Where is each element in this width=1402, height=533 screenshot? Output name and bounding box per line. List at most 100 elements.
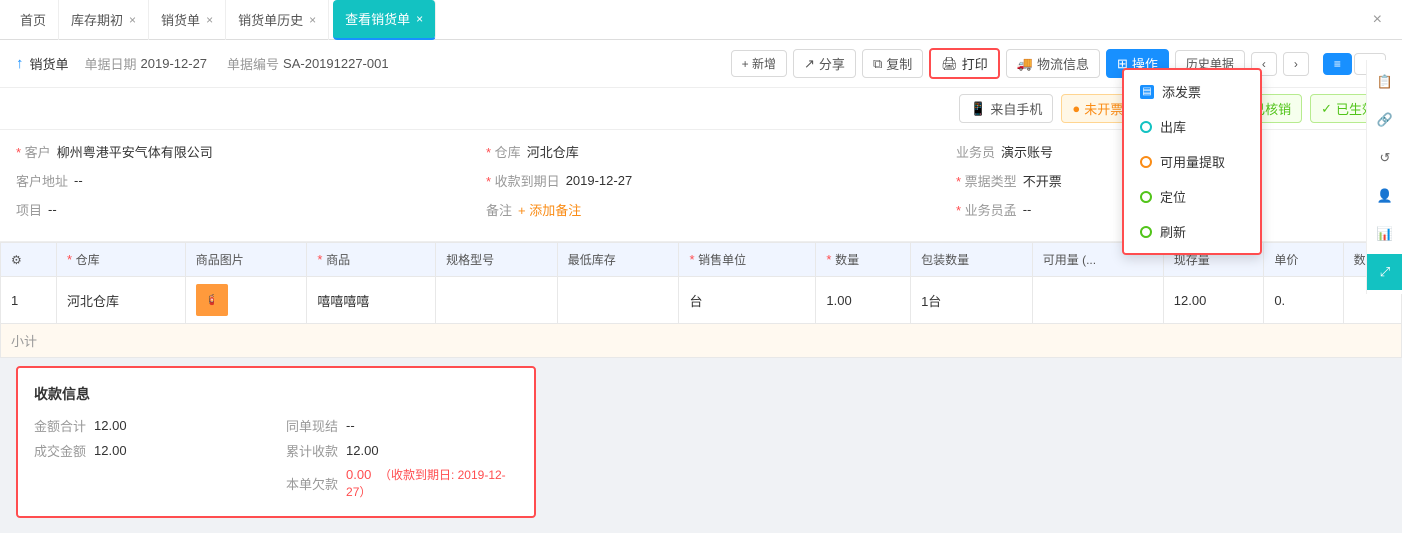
cell-index: 1 bbox=[1, 277, 57, 324]
cell-product: 嘻嘻嘻嘻 bbox=[307, 277, 436, 324]
dropdown-available-extract[interactable]: 可用量提取 bbox=[1124, 144, 1260, 179]
col-image: 商品图片 bbox=[185, 243, 307, 277]
staff2-value: -- bbox=[1023, 202, 1032, 217]
balance-label: 本单欠款 bbox=[286, 474, 338, 493]
not-open-label: 未开票 bbox=[1084, 99, 1123, 118]
note-label: 备注 bbox=[486, 200, 512, 219]
dropdown-locate[interactable]: 定位 bbox=[1124, 179, 1260, 214]
tab-inventory-label: 库存期初 bbox=[71, 10, 123, 29]
balance-value: 0.00 （收款到期日: 2019-12-27） bbox=[346, 466, 518, 500]
logistics-icon: 🚚 bbox=[1017, 56, 1033, 72]
balance-row: 本单欠款 0.00 （收款到期日: 2019-12-27） bbox=[286, 466, 518, 500]
due-date-label: 收款到期日 bbox=[486, 171, 560, 190]
sidebar-refresh-icon: ↺ bbox=[1380, 150, 1391, 166]
tab-view-sales[interactable]: 查看销货单 × bbox=[333, 0, 436, 40]
doc-type-label: 销货单 bbox=[30, 54, 69, 73]
dropdown-add-invoice[interactable]: ▤ 添发票 bbox=[1124, 74, 1260, 109]
note-field: 备注 添加备注 bbox=[486, 200, 916, 219]
cell-stock: 12.00 bbox=[1163, 277, 1264, 324]
subtotal-label: 小计 bbox=[1, 324, 1402, 358]
copy-icon: ⧉ bbox=[873, 56, 882, 72]
sidebar-expand-icon: ⤢ bbox=[1380, 264, 1390, 280]
outbound-label: 出库 bbox=[1160, 117, 1186, 136]
balance-amount: 0.00 bbox=[346, 467, 371, 482]
next-button[interactable]: › bbox=[1283, 52, 1309, 76]
sidebar-user-icon: 👤 bbox=[1377, 188, 1393, 204]
share-button[interactable]: ↗ 分享 bbox=[793, 49, 856, 78]
deal-amount-label: 成交金额 bbox=[34, 441, 86, 460]
sidebar-refresh-button[interactable]: ↺ bbox=[1367, 140, 1402, 176]
copy-button[interactable]: ⧉ 复制 bbox=[862, 49, 923, 78]
copy-label: 复制 bbox=[886, 54, 912, 73]
view-list-button[interactable]: ≡ bbox=[1323, 53, 1352, 75]
sidebar-user-button[interactable]: 👤 bbox=[1367, 178, 1402, 214]
dropdown-refresh[interactable]: 刷新 bbox=[1124, 214, 1260, 249]
cell-qty: 1.00 bbox=[816, 277, 911, 324]
staff-value: 演示账号 bbox=[1001, 142, 1053, 161]
col-settings[interactable]: ⚙ bbox=[1, 243, 57, 277]
due-date-field: 收款到期日 2019-12-27 bbox=[486, 171, 916, 190]
doc-date-field: 单据日期 2019-12-27 bbox=[85, 54, 208, 73]
staff-label: 业务员 bbox=[956, 142, 995, 161]
available-extract-label: 可用量提取 bbox=[1160, 152, 1225, 171]
customer-label: 客户 bbox=[16, 142, 51, 161]
locate-icon bbox=[1140, 191, 1152, 203]
logistics-button[interactable]: 🚚 物流信息 bbox=[1006, 49, 1100, 78]
add-note-button[interactable]: 添加备注 bbox=[518, 200, 581, 219]
dropdown-outbound[interactable]: 出库 bbox=[1124, 109, 1260, 144]
toolbar: + 新增 ↗ 分享 ⧉ 复制 🖨 打印 🚚 物流信息 ⊞ 操作 历史单据 ‹ ›… bbox=[731, 48, 1386, 79]
tab-sales[interactable]: 销货单 × bbox=[149, 0, 226, 40]
refresh-label: 刷新 bbox=[1160, 222, 1186, 241]
doc-date-value: 2019-12-27 bbox=[141, 56, 208, 71]
print-button[interactable]: 🖨 打印 bbox=[929, 48, 1000, 79]
doc-meta: 单据日期 2019-12-27 单据编号 SA-20191227-001 bbox=[85, 54, 389, 73]
mobile-button[interactable]: 📱 来自手机 bbox=[959, 94, 1053, 123]
tab-inventory[interactable]: 库存期初 × bbox=[59, 0, 149, 40]
tab-home[interactable]: 首页 bbox=[8, 0, 59, 40]
due-date-value: 2019-12-27 bbox=[566, 173, 633, 188]
warehouse-field: 仓库 河北仓库 bbox=[486, 142, 916, 161]
same-settle-value: -- bbox=[346, 418, 355, 433]
sidebar-chart-button[interactable]: 📊 bbox=[1367, 216, 1402, 252]
mobile-icon: 📱 bbox=[970, 101, 986, 117]
locate-label: 定位 bbox=[1160, 187, 1186, 206]
share-label: 分享 bbox=[819, 54, 845, 73]
cumulative-label: 累计收款 bbox=[286, 441, 338, 460]
col-warehouse: * 仓库 bbox=[57, 243, 186, 277]
add-invoice-label: 添发票 bbox=[1162, 82, 1201, 101]
deal-amount-row: 成交金额 12.00 bbox=[34, 441, 266, 460]
col-spec: 规格型号 bbox=[436, 243, 558, 277]
tab-view-sales-close[interactable]: × bbox=[416, 12, 423, 26]
product-image: 🧯 bbox=[196, 284, 228, 316]
same-settle-row: 同单现结 -- bbox=[286, 416, 518, 435]
sales-table: ⚙ * 仓库 商品图片 * 商品 规格型号 最低库存 * 销售单位 * 数量 包… bbox=[0, 242, 1402, 358]
tab-sales-close[interactable]: × bbox=[206, 13, 213, 27]
col-pack-qty: 包装数量 bbox=[911, 243, 1033, 277]
window-close-button[interactable]: × bbox=[1361, 11, 1394, 29]
cumulative-value: 12.00 bbox=[346, 443, 379, 458]
project-value: -- bbox=[48, 202, 57, 217]
doc-date-label: 单据日期 bbox=[85, 54, 137, 73]
print-label: 打印 bbox=[962, 54, 988, 73]
sidebar-link-button[interactable]: 🔗 bbox=[1367, 102, 1402, 138]
available-extract-icon bbox=[1140, 156, 1152, 168]
add-invoice-icon: ▤ bbox=[1140, 85, 1154, 99]
doc-number-label: 单据编号 bbox=[227, 54, 279, 73]
tab-inventory-close[interactable]: × bbox=[129, 13, 136, 27]
tab-sales-history-close[interactable]: × bbox=[309, 13, 316, 27]
logistics-label: 物流信息 bbox=[1037, 54, 1089, 73]
cell-min-stock bbox=[557, 277, 679, 324]
sidebar-link-icon: 🔗 bbox=[1377, 112, 1393, 128]
cell-pack-qty: 1台 bbox=[911, 277, 1033, 324]
col-min-stock: 最低库存 bbox=[557, 243, 679, 277]
col-qty: * 数量 bbox=[816, 243, 911, 277]
sidebar-copy-button[interactable]: 📋 bbox=[1367, 64, 1402, 100]
tab-sales-history[interactable]: 销货单历史 × bbox=[226, 0, 329, 40]
staff2-label: 业务员孟 bbox=[956, 200, 1017, 219]
tab-bar: 首页 库存期初 × 销货单 × 销货单历史 × 查看销货单 × × bbox=[0, 0, 1402, 40]
new-button[interactable]: + 新增 bbox=[731, 50, 787, 77]
sidebar-expand-button[interactable]: ⤢ bbox=[1367, 254, 1402, 290]
doc-title: ↑ 销货单 bbox=[16, 54, 69, 73]
warehouse-label: 仓库 bbox=[486, 142, 521, 161]
warehouse-value: 河北仓库 bbox=[527, 142, 579, 161]
